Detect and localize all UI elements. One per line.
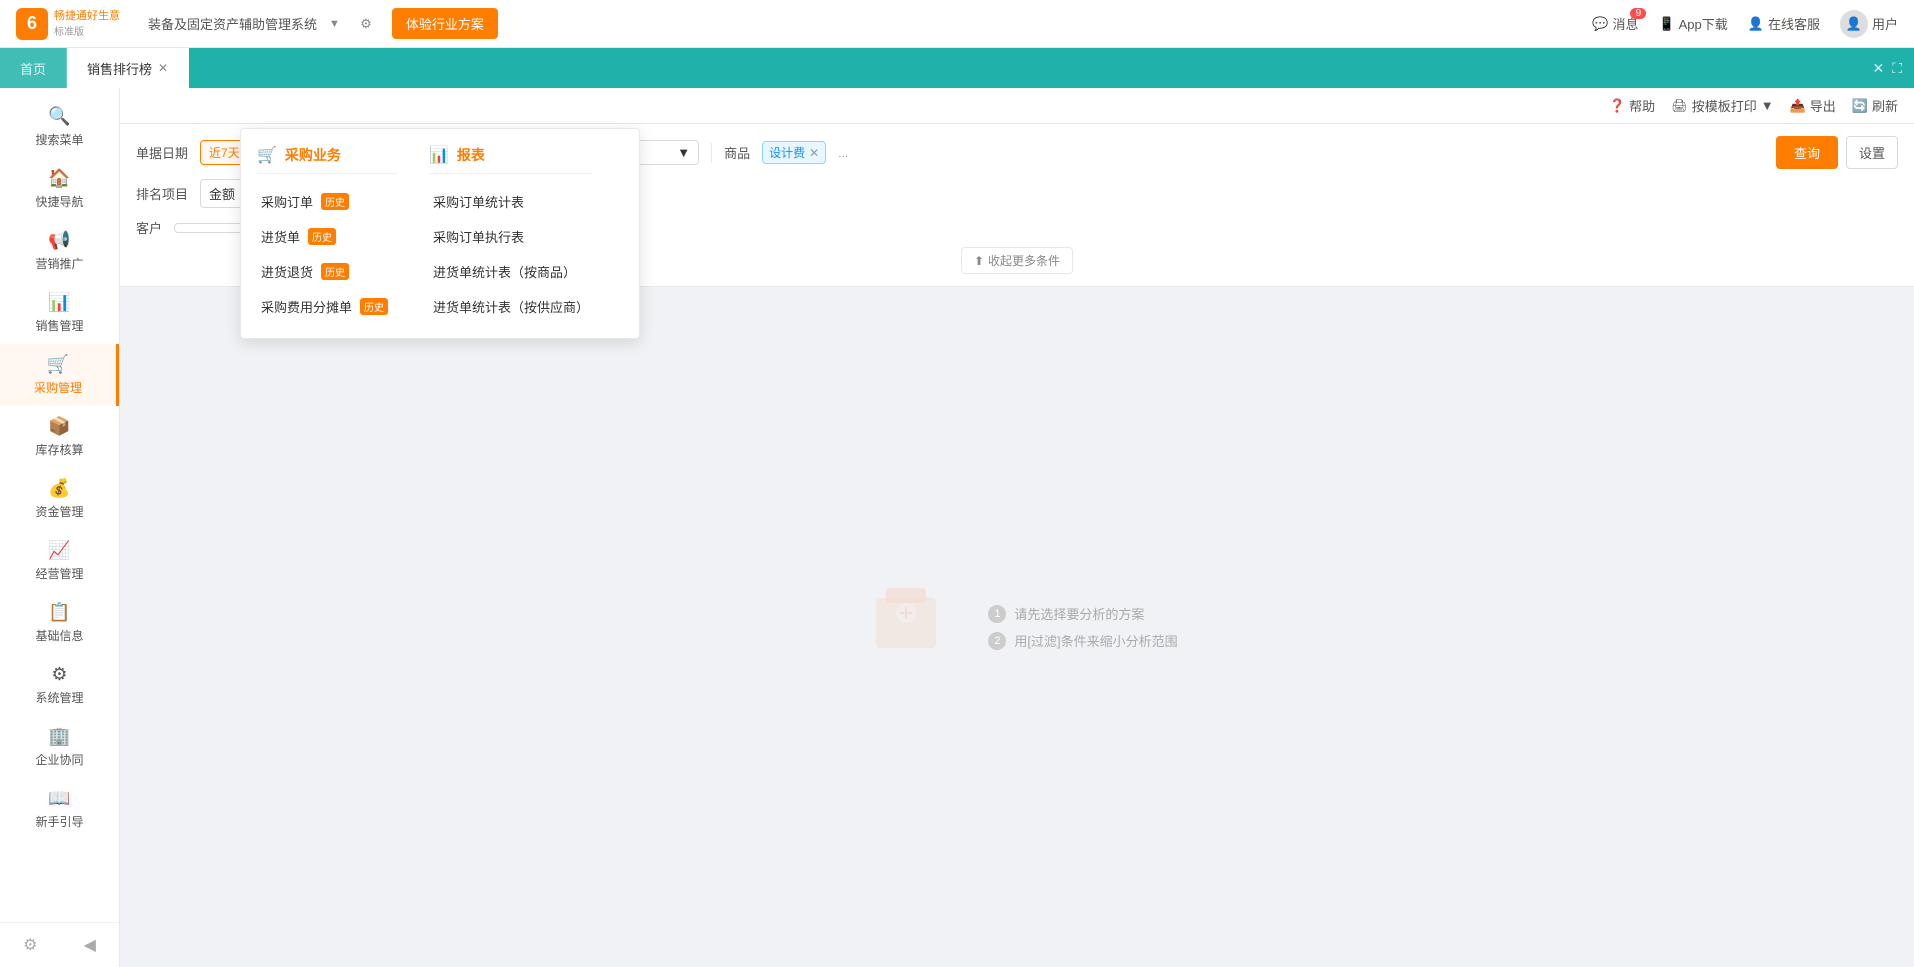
purchase-section-icon: 🛒: [257, 145, 277, 165]
home-icon: 🏠: [48, 168, 70, 189]
topbar-right: 💬 消息 9 📱 App下载 👤 在线客服 👤 用户: [1592, 10, 1898, 38]
sidebar-item-basic[interactable]: 📋 基础信息: [0, 592, 119, 654]
content-area: ❓ 帮助 🖨 按模板打印 ▼ 📤 导出 🔄 刷新 单据日期: [120, 88, 1914, 967]
menu-item-purchase-stat[interactable]: 采购订单统计表: [429, 186, 593, 217]
guide-icon: 📖: [48, 788, 70, 809]
operations-icon: 📈: [48, 540, 70, 561]
dropdown-menu: 🛒 采购业务 采购订单 历史 进货单 历史 进货退货 历史: [240, 128, 640, 339]
logo-area: 6 畅捷通好生意 标准版: [16, 8, 136, 40]
expense-badge: 历史: [360, 298, 388, 315]
sidebar-item-enterprise[interactable]: 🏢 企业协同: [0, 716, 119, 778]
report-section-title: 📊 报表: [429, 145, 593, 174]
purchase-section-title: 🛒 采购业务: [257, 145, 397, 174]
system-dropdown-icon[interactable]: ▼: [329, 18, 340, 30]
system-title: 装备及固定资产辅助管理系统: [148, 14, 317, 33]
content-toolbar: ❓ 帮助 🖨 按模板打印 ▼ 📤 导出 🔄 刷新: [120, 88, 1914, 124]
dropdown-overlay: 🛒 采购业务 采购订单 历史 进货单 历史 进货退货 历史: [120, 128, 1914, 967]
sidebar-item-sales[interactable]: 📊 销售管理: [0, 282, 119, 344]
menu-item-return[interactable]: 进货退货 历史: [257, 256, 397, 287]
avatar: 👤: [1840, 10, 1868, 38]
messages-badge: 9: [1630, 8, 1646, 19]
menu-item-purchase-exec[interactable]: 采购订单执行表: [429, 221, 593, 252]
tab-close-all-icon[interactable]: ✕: [1872, 60, 1884, 77]
tab-close-icon[interactable]: ✕: [158, 61, 168, 75]
inbound-badge: 历史: [308, 228, 336, 245]
service-icon: 👤: [1748, 16, 1764, 32]
return-badge: 历史: [321, 263, 349, 280]
tab-home[interactable]: 首页: [0, 48, 67, 88]
menu-section-purchase: 🛒 采购业务 采购订单 历史 进货单 历史 进货退货 历史: [257, 145, 397, 322]
sidebar-settings-icon[interactable]: ⚙: [23, 935, 37, 955]
sidebar-item-inventory[interactable]: 📦 库存核算: [0, 406, 119, 468]
tab-maximize-icon[interactable]: ⛶: [1892, 60, 1902, 77]
report-section-icon: 📊: [429, 145, 449, 165]
sidebar-item-marketing[interactable]: 📢 营销推广: [0, 220, 119, 282]
user-button[interactable]: 👤 用户: [1840, 10, 1898, 38]
topbar: 6 畅捷通好生意 标准版 装备及固定资产辅助管理系统 ▼ ⚙ 体验行业方案 💬 …: [0, 0, 1914, 48]
purchase-order-badge: 历史: [321, 193, 349, 210]
logo-text: 畅捷通好生意: [54, 9, 120, 23]
menu-item-inbound-stat-goods[interactable]: 进货单统计表（按商品）: [429, 256, 593, 287]
sidebar: 🔍 搜索菜单 🏠 快捷导航 📢 营销推广 📊 销售管理 🛒 采购管理 📦 库存核…: [0, 88, 120, 967]
sidebar-item-system[interactable]: ⚙ 系统管理: [0, 654, 119, 716]
online-service-button[interactable]: 👤 在线客服: [1748, 14, 1820, 33]
tab-sales-rank[interactable]: 销售排行榜 ✕: [67, 48, 189, 88]
app-icon: 📱: [1658, 16, 1674, 32]
sidebar-item-finance[interactable]: 💰 资金管理: [0, 468, 119, 530]
menu-section-report: 📊 报表 采购订单统计表 采购订单执行表 进货单统计表（按商品） 进货单统计表（…: [429, 145, 593, 322]
basic-icon: 📋: [48, 602, 70, 623]
sidebar-item-operations[interactable]: 📈 经营管理: [0, 530, 119, 592]
sidebar-item-purchase[interactable]: 🛒 采购管理: [0, 344, 119, 406]
sidebar-item-search[interactable]: 🔍 搜索菜单: [0, 96, 119, 158]
tabbar-actions: ✕ ⛶: [1872, 60, 1914, 77]
tabbar: 首页 销售排行榜 ✕ ✕ ⛶: [0, 48, 1914, 88]
refresh-icon: 🔄: [1852, 98, 1868, 114]
settings-icon[interactable]: ⚙: [352, 10, 380, 38]
sidebar-item-guide[interactable]: 📖 新手引导: [0, 778, 119, 840]
export-button[interactable]: 📤 导出: [1790, 96, 1836, 115]
menu-item-inbound[interactable]: 进货单 历史: [257, 221, 397, 252]
menu-item-purchase-order[interactable]: 采购订单 历史: [257, 186, 397, 217]
help-button[interactable]: ❓ 帮助: [1609, 96, 1655, 115]
system-icon: ⚙: [51, 664, 67, 685]
export-icon: 📤: [1790, 98, 1806, 114]
logo-sub: 标准版: [54, 23, 120, 38]
main-layout: 🔍 搜索菜单 🏠 快捷导航 📢 营销推广 📊 销售管理 🛒 采购管理 📦 库存核…: [0, 88, 1914, 967]
trial-button[interactable]: 体验行业方案: [392, 8, 498, 39]
sidebar-item-nav[interactable]: 🏠 快捷导航: [0, 158, 119, 220]
print-icon: 🖨: [1671, 98, 1688, 114]
menu-item-inbound-stat-supplier[interactable]: 进货单统计表（按供应商）: [429, 291, 593, 322]
inventory-icon: 📦: [48, 416, 70, 437]
menu-item-expense[interactable]: 采购费用分摊单 历史: [257, 291, 397, 322]
message-icon: 💬: [1592, 16, 1608, 32]
enterprise-icon: 🏢: [48, 726, 70, 747]
refresh-button[interactable]: 🔄 刷新: [1852, 96, 1898, 115]
sidebar-bottom: ⚙ ◀: [0, 922, 119, 967]
app-download-button[interactable]: 📱 App下载: [1658, 14, 1727, 33]
search-icon: 🔍: [48, 106, 70, 127]
sidebar-collapse-icon[interactable]: ◀: [84, 935, 96, 955]
marketing-icon: 📢: [48, 230, 70, 251]
purchase-icon: 🛒: [47, 354, 69, 375]
sales-icon: 📊: [48, 292, 70, 313]
finance-icon: 💰: [48, 478, 70, 499]
print-button[interactable]: 🖨 按模板打印 ▼: [1671, 96, 1773, 115]
print-dropdown-icon[interactable]: ▼: [1761, 98, 1774, 113]
help-icon: ❓: [1609, 98, 1625, 114]
logo-icon: 6: [16, 8, 48, 40]
messages-button[interactable]: 💬 消息 9: [1592, 14, 1638, 33]
